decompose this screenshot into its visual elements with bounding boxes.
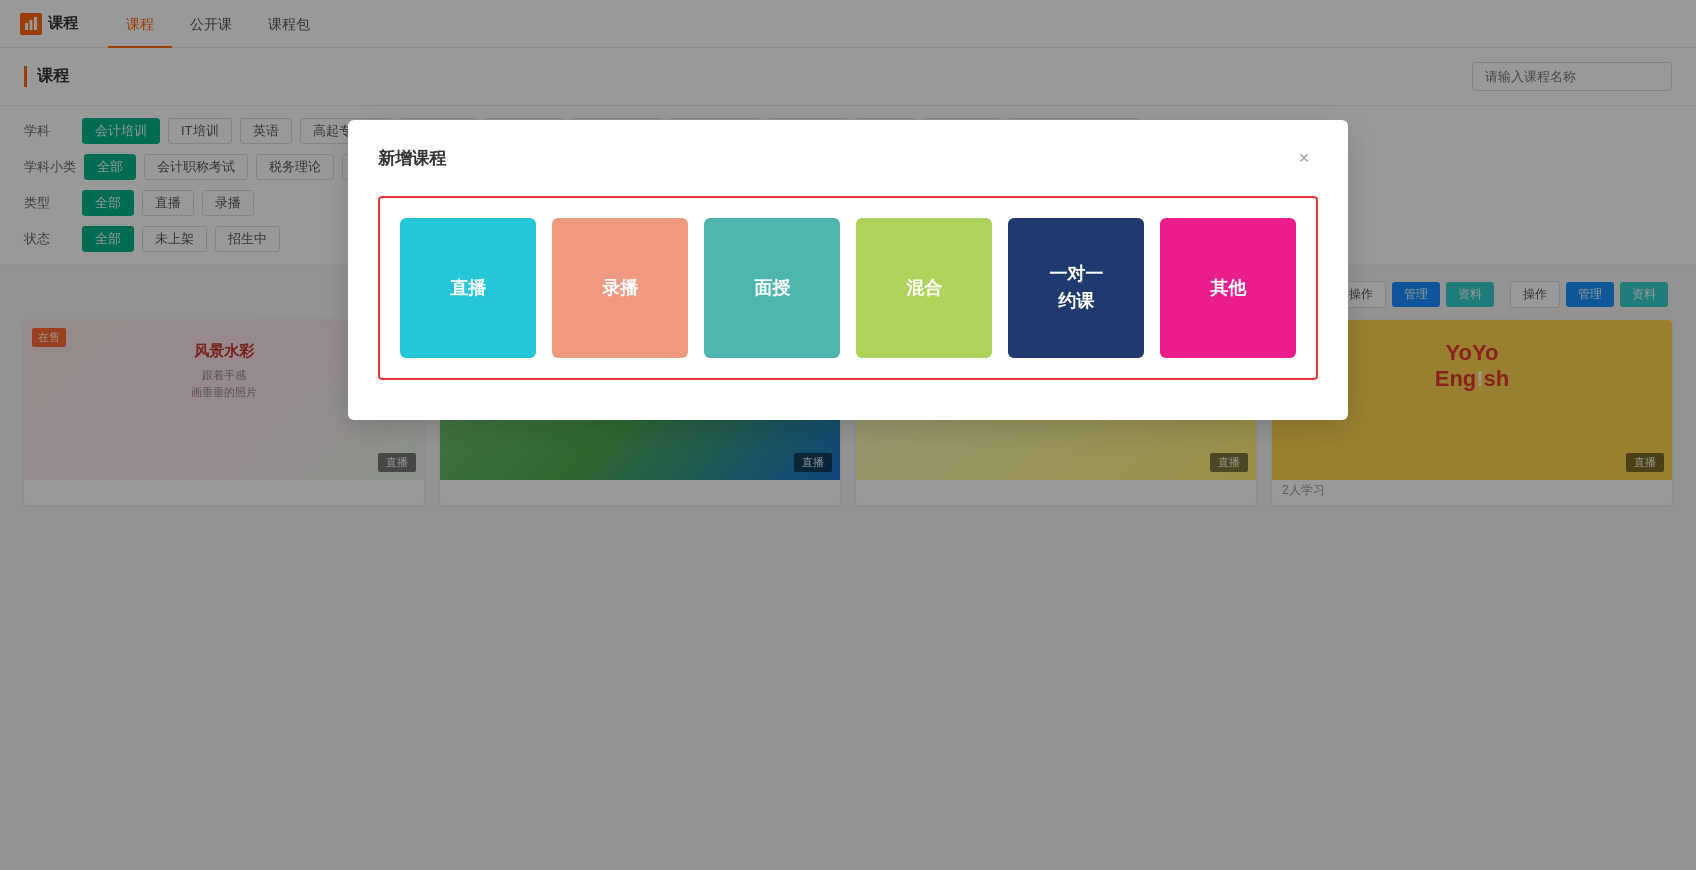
type-selection-grid: 直播 录播 面授 混合 一对一约课 其他 (378, 196, 1318, 380)
modal-close-button[interactable]: × (1290, 144, 1318, 172)
type-card-face[interactable]: 面授 (704, 218, 840, 358)
type-card-record[interactable]: 录播 (552, 218, 688, 358)
type-label-mix: 混合 (906, 276, 942, 300)
modal-overlay: 新增课程 × 直播 录播 面授 混合 一对一约课 (0, 0, 1696, 521)
modal-header: 新增课程 × (378, 144, 1318, 172)
modal-add-course: 新增课程 × 直播 录播 面授 混合 一对一约课 (348, 120, 1348, 420)
type-card-live[interactable]: 直播 (400, 218, 536, 358)
type-label-other: 其他 (1210, 276, 1246, 300)
type-card-mix[interactable]: 混合 (856, 218, 992, 358)
type-label-face: 面授 (754, 276, 790, 300)
type-label-live: 直播 (450, 276, 486, 300)
type-card-one-on-one[interactable]: 一对一约课 (1008, 218, 1144, 358)
type-card-other[interactable]: 其他 (1160, 218, 1296, 358)
modal-title: 新增课程 (378, 147, 446, 170)
type-label-one-on-one: 一对一约课 (1049, 261, 1103, 315)
type-label-record: 录播 (602, 276, 638, 300)
